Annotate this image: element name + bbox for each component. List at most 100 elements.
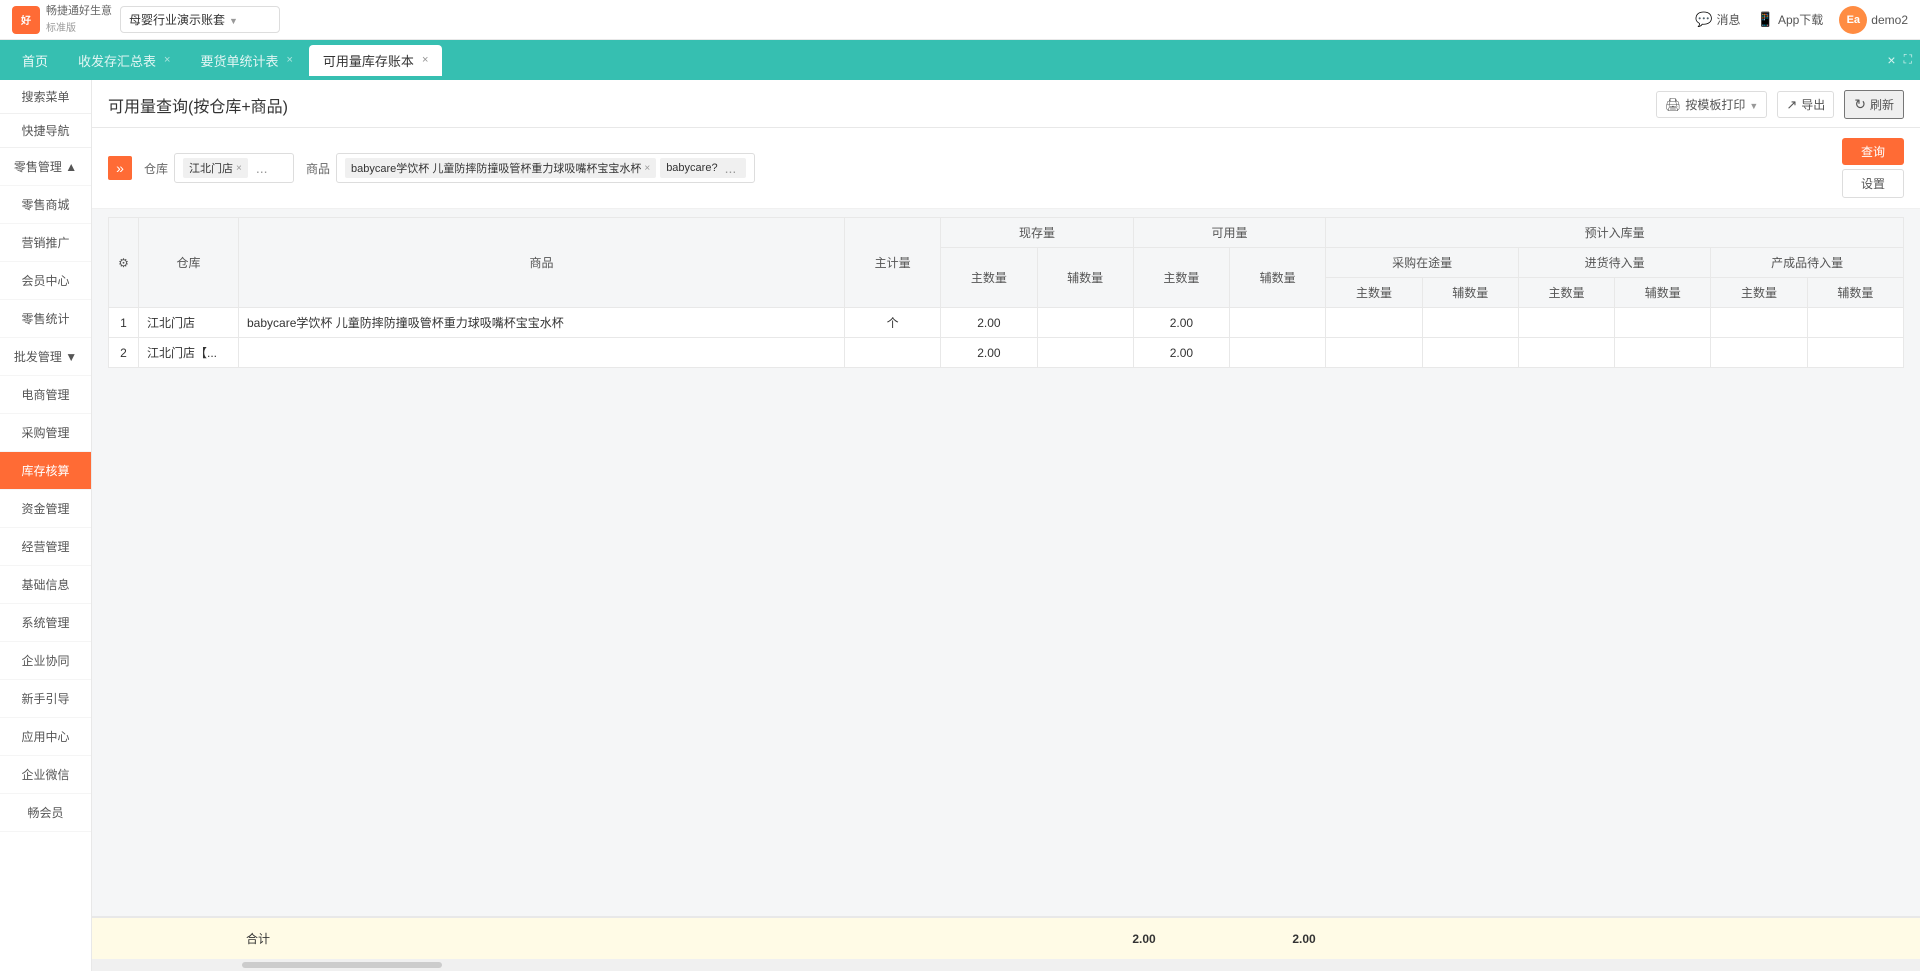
sidebar-item-system[interactable]: 系统管理 <box>0 604 91 642</box>
sidebar-item-ecom[interactable]: 电商管理 <box>0 376 91 414</box>
tab-home[interactable]: 首页 <box>8 45 62 76</box>
window-expand-icon[interactable]: ⛶ <box>1904 52 1912 68</box>
sidebar-nav[interactable]: 快捷导航 <box>0 114 91 148</box>
col-stock-group: 现存量 <box>941 218 1134 248</box>
sidebar-item-bizwx[interactable]: 企业微信 <box>0 756 91 794</box>
sidebar-item-bizwx-label: 企业微信 <box>21 768 69 782</box>
sidebar-search[interactable]: 搜索菜单 <box>0 80 91 114</box>
col-arrival-group: 进货待入量 <box>1518 248 1711 278</box>
tab-要货[interactable]: 要货单统计表 × <box>186 45 306 76</box>
sidebar-item-mkt-label: 营销推广 <box>21 236 69 250</box>
export-button[interactable]: 导出 <box>1777 91 1834 118</box>
product-tag1-close[interactable]: × <box>644 163 650 174</box>
bottom-scrollbar[interactable] <box>92 959 1920 971</box>
sidebar-item-enterprise[interactable]: 企业协同 <box>0 642 91 680</box>
export-icon <box>1786 97 1797 113</box>
query-button[interactable]: 查询 <box>1842 138 1904 165</box>
top-bar-left: 好 畅捷通好生意 标准版 母婴行业演示账套 <box>12 5 280 33</box>
user-profile[interactable]: Ea demo2 <box>1839 6 1908 34</box>
user-name: demo2 <box>1871 13 1908 27</box>
product-tag1: babycare学饮杯 儿童防摔防撞吸管杯重力球吸嘴杯宝宝水杯 × <box>345 158 656 178</box>
sidebar-item-finance-label: 资金管理 <box>21 502 69 516</box>
tab-收发存-label: 收发存汇总表 <box>78 51 156 70</box>
row-prod-main <box>1711 308 1807 338</box>
tab-可用量-label: 可用量库存账本 <box>323 51 414 70</box>
template-print-button[interactable]: 按模板打印 <box>1656 91 1767 118</box>
template-chevron-icon <box>1749 98 1758 112</box>
warehouse-input[interactable]: 江北门店 × ... <box>174 153 294 183</box>
refresh-button[interactable]: 刷新 <box>1844 90 1904 119</box>
footer-row: 合计 2.00 2.00 <box>108 926 1904 951</box>
tab-要货-label: 要货单统计表 <box>200 51 278 70</box>
setting-button[interactable]: 设置 <box>1842 169 1904 198</box>
filter-expand-button[interactable]: » <box>108 156 132 180</box>
col-arr-sub: 辅数量 <box>1615 278 1711 308</box>
page-actions: 按模板打印 导出 刷新 <box>1656 90 1904 119</box>
col-stock-main: 主数量 <box>941 248 1037 308</box>
app-download-action[interactable]: App下载 <box>1757 11 1824 28</box>
account-selector[interactable]: 母婴行业演示账套 <box>120 6 280 33</box>
sidebar-item-member2[interactable]: 畅会员 <box>0 794 91 832</box>
row-pur-main <box>1326 308 1422 338</box>
row-avail-sub <box>1230 308 1326 338</box>
sidebar-item-batch[interactable]: 批发管理 ▼ <box>0 338 91 376</box>
tab-收发存-close[interactable]: × <box>164 54 170 66</box>
arrow-icon2: ▼ <box>65 350 77 364</box>
col-warehouse-header: 仓库 <box>139 218 239 308</box>
warehouse-more[interactable]: ... <box>252 160 272 176</box>
row-pur-main <box>1326 338 1422 368</box>
table-footer: 合计 2.00 2.00 <box>92 916 1920 959</box>
row-arr-main <box>1518 338 1614 368</box>
sidebar-item-newbie[interactable]: 新手引导 <box>0 680 91 718</box>
col-avail-sub: 辅数量 <box>1230 248 1326 308</box>
row-seq: 1 <box>109 308 139 338</box>
tab-要货-close[interactable]: × <box>286 54 292 66</box>
tab-home-label: 首页 <box>22 51 48 70</box>
sidebar-item-basics[interactable]: 基础信息 <box>0 566 91 604</box>
sidebar-item-member[interactable]: 会员中心 <box>0 262 91 300</box>
col-pur-main: 主数量 <box>1326 278 1422 308</box>
warehouse-tag-close[interactable]: × <box>236 163 242 174</box>
window-close-icon[interactable]: × <box>1887 52 1895 68</box>
app-download-label: App下载 <box>1778 11 1823 28</box>
message-icon <box>1695 11 1712 28</box>
window-controls: × ⛶ <box>1887 52 1912 68</box>
main-layout: 搜索菜单 快捷导航 零售管理 ▲ 零售商城 营销推广 会员中心 零售统计 批发管… <box>0 80 1920 971</box>
sidebar-item-finance[interactable]: 资金管理 <box>0 490 91 528</box>
product-filter-label: 商品 <box>306 160 330 177</box>
filter-row: » 仓库 江北门店 × ... 商品 babycare学饮杯 儿童防摔防撞吸管杯… <box>92 128 1920 209</box>
product-input[interactable]: babycare学饮杯 儿童防摔防撞吸管杯重力球吸嘴杯宝宝水杯 × babyca… <box>336 153 755 183</box>
print-icon <box>1665 97 1682 113</box>
table-area: ⚙ 仓库 商品 主计量 现存量 可用量 预计入库量 主数量 辅数量 主数量 辅数… <box>92 209 1920 916</box>
tab-收发存[interactable]: 收发存汇总表 × <box>64 45 184 76</box>
row-arr-sub <box>1615 308 1711 338</box>
sidebar-item-stats[interactable]: 零售统计 <box>0 300 91 338</box>
sidebar-item-zero-mall[interactable]: 零售商城 <box>0 186 91 224</box>
message-label: 消息 <box>1716 11 1740 28</box>
row-stock-sub <box>1037 308 1133 338</box>
warehouse-tag-text: 江北门店 <box>189 160 233 176</box>
sidebar-item-inventory[interactable]: 库存核算 <box>0 452 91 490</box>
tab-可用量[interactable]: 可用量库存账本 × <box>309 45 442 76</box>
sidebar-item-appcenter[interactable]: 应用中心 <box>0 718 91 756</box>
arrow-icon: ▲ <box>65 160 77 174</box>
sidebar-item-operations[interactable]: 经营管理 <box>0 528 91 566</box>
row-avail-main: 2.00 <box>1133 308 1229 338</box>
product-tag2-text: babycare? <box>666 162 717 174</box>
col-settings[interactable]: ⚙ <box>109 218 139 308</box>
product-more[interactable]: ... <box>721 160 741 176</box>
row-product: babycare学饮杯 儿童防摔防撞吸管杯重力球吸嘴杯宝宝水杯 <box>239 308 845 338</box>
sidebar-item-zero-sales[interactable]: 零售管理 ▲ <box>0 148 91 186</box>
row-stock-sub <box>1037 338 1133 368</box>
warehouse-tag: 江北门店 × <box>183 158 248 178</box>
footer-label: 合计 <box>246 932 270 946</box>
page-title-row: 可用量查询(按仓库+商品) 按模板打印 导出 刷新 <box>108 90 1904 127</box>
col-stock-sub: 辅数量 <box>1037 248 1133 308</box>
warehouse-filter: 仓库 江北门店 × ... <box>144 153 294 183</box>
footer-total-table: 合计 2.00 2.00 <box>108 926 1904 951</box>
sidebar-item-mkt[interactable]: 营销推广 <box>0 224 91 262</box>
row-prod-sub <box>1807 308 1903 338</box>
sidebar-item-purchase[interactable]: 采购管理 <box>0 414 91 452</box>
message-action[interactable]: 消息 <box>1695 11 1740 28</box>
tab-可用量-close[interactable]: × <box>422 54 428 66</box>
